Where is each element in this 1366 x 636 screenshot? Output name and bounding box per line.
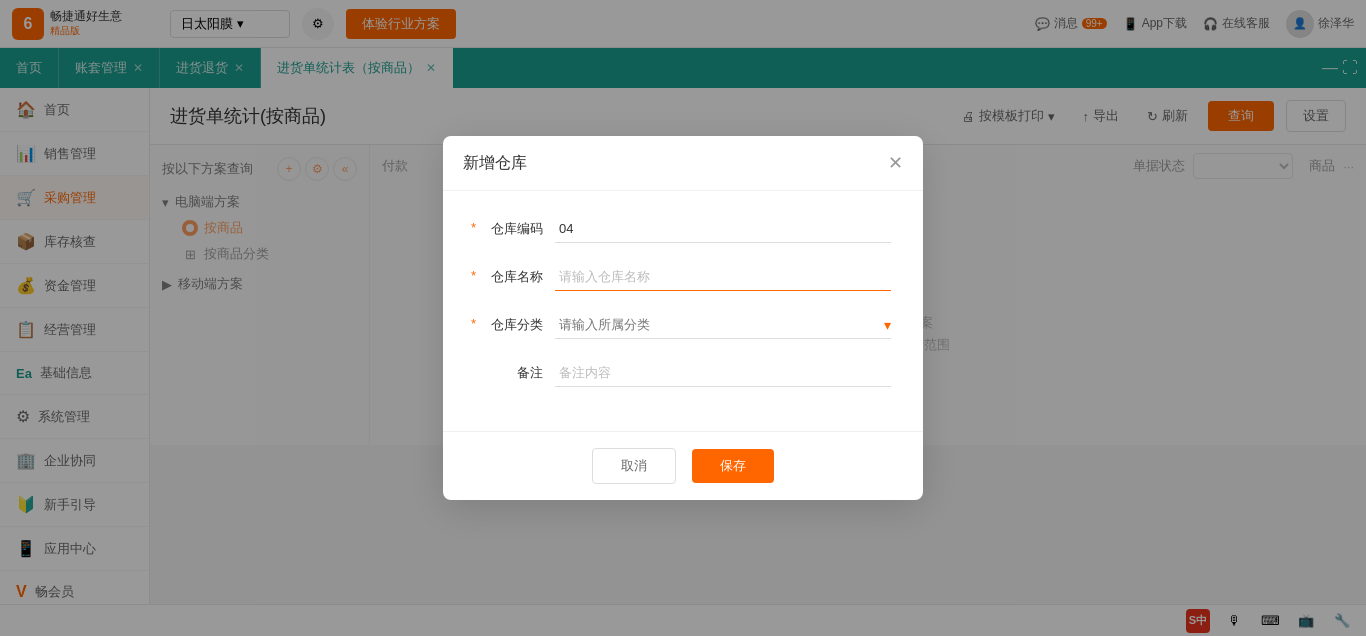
form-row-notes: 备注 xyxy=(475,359,891,387)
category-dropdown-icon[interactable]: ▾ xyxy=(884,317,891,333)
category-select-wrap: ▾ xyxy=(555,311,891,339)
save-button[interactable]: 保存 xyxy=(692,449,774,483)
content-area: 进货单统计(按商品) 🖨 按模板打印 ▾ ↑ 导出 ↻ 刷新 查询 设置 xyxy=(150,88,1366,636)
notes-label: 备注 xyxy=(475,364,555,382)
modal-footer: 取消 保存 xyxy=(443,431,923,500)
cancel-button[interactable]: 取消 xyxy=(592,448,676,484)
modal-header: 新增仓库 ✕ xyxy=(443,136,923,191)
form-row-code: 仓库编码 xyxy=(475,215,891,243)
form-row-name: 仓库名称 xyxy=(475,263,891,291)
category-label: 仓库分类 xyxy=(475,316,555,334)
new-warehouse-modal: 新增仓库 ✕ 仓库编码 仓库名称 仓库 xyxy=(443,136,923,500)
modal-close-button[interactable]: ✕ xyxy=(888,152,903,174)
warehouse-name-input[interactable] xyxy=(555,263,891,291)
name-label: 仓库名称 xyxy=(475,268,555,286)
main-layout: 🏠 首页 📊 销售管理 🛒 采购管理 📦 库存核查 💰 资金管理 📋 经营管理 … xyxy=(0,88,1366,636)
code-label: 仓库编码 xyxy=(475,220,555,238)
modal-body: 仓库编码 仓库名称 仓库分类 ▾ xyxy=(443,191,923,431)
modal-title: 新增仓库 xyxy=(463,153,527,174)
warehouse-code-input[interactable] xyxy=(555,215,891,243)
notes-input[interactable] xyxy=(555,359,891,387)
category-input[interactable] xyxy=(555,311,884,338)
modal-overlay[interactable]: 新增仓库 ✕ 仓库编码 仓库名称 仓库 xyxy=(150,88,1366,636)
form-row-category: 仓库分类 ▾ xyxy=(475,311,891,339)
